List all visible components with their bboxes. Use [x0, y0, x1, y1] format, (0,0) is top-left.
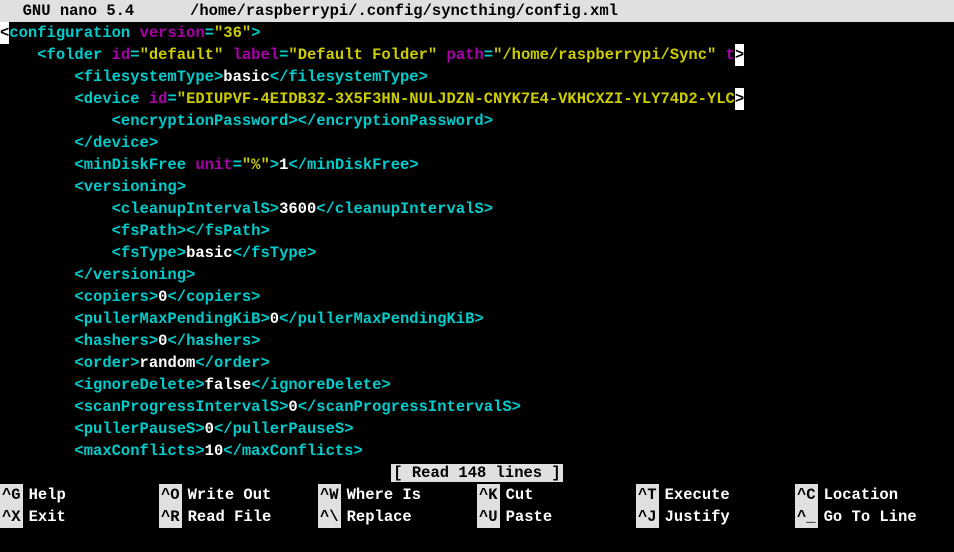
shortcut-label: Read File — [188, 506, 272, 528]
code-line[interactable]: <ignoreDelete>false</ignoreDelete> — [0, 374, 954, 396]
shortcut-key: ^J — [636, 506, 659, 528]
shortcut-label: Cut — [506, 484, 534, 506]
code-line[interactable]: <fsPath></fsPath> — [0, 220, 954, 242]
app-name: GNU nano 5.4 — [23, 2, 135, 20]
code-line[interactable]: <maxConflicts>10</maxConflicts> — [0, 440, 954, 462]
shortcut-item[interactable]: ^R Read File — [159, 506, 318, 528]
code-line[interactable]: <order>random</order> — [0, 352, 954, 374]
status-message: [ Read 148 lines ] — [391, 464, 562, 482]
code-line[interactable]: <pullerMaxPendingKiB>0</pullerMaxPending… — [0, 308, 954, 330]
shortcut-key: ^U — [477, 506, 500, 528]
code-line[interactable]: <versioning> — [0, 176, 954, 198]
shortcut-item[interactable]: ^K Cut — [477, 484, 636, 506]
code-line[interactable]: <encryptionPassword></encryptionPassword… — [0, 110, 954, 132]
shortcut-key: ^X — [0, 506, 23, 528]
code-line[interactable]: <scanProgressIntervalS>0</scanProgressIn… — [0, 396, 954, 418]
shortcut-key: ^K — [477, 484, 500, 506]
code-line[interactable]: <hashers>0</hashers> — [0, 330, 954, 352]
shortcut-item[interactable]: ^U Paste — [477, 506, 636, 528]
code-line[interactable]: <device id="EDIUPVF-4EIDB3Z-3X5F3HN-NULJ… — [0, 88, 954, 110]
shortcut-bar: ^G Help ^O Write Out ^W Where Is ^K Cut ^T Execut… — [0, 484, 954, 528]
shortcut-label: Where Is — [347, 484, 421, 506]
shortcut-key: ^G — [0, 484, 23, 506]
code-line[interactable]: <fsType>basic</fsType> — [0, 242, 954, 264]
shortcut-key: ^\ — [318, 506, 341, 528]
code-line[interactable]: <folder id="default" label="Default Fold… — [0, 44, 954, 66]
shortcut-label: Execute — [665, 484, 730, 506]
editor-area[interactable]: <configuration version="36"> <folder id=… — [0, 22, 954, 462]
title-bar: GNU nano 5.4 /home/raspberrypi/.config/s… — [0, 0, 954, 22]
shortcut-key: ^O — [159, 484, 182, 506]
file-path: /home/raspberrypi/.config/syncthing/conf… — [190, 2, 618, 20]
shortcut-item[interactable]: ^T Execute — [636, 484, 795, 506]
code-line[interactable]: <minDiskFree unit="%">1</minDiskFree> — [0, 154, 954, 176]
shortcut-item[interactable]: ^W Where Is — [318, 484, 477, 506]
shortcut-label: Write Out — [188, 484, 272, 506]
shortcut-label: Location — [824, 484, 898, 506]
code-line[interactable]: <pullerPauseS>0</pullerPauseS> — [0, 418, 954, 440]
shortcut-item[interactable]: ^O Write Out — [159, 484, 318, 506]
shortcut-item[interactable]: ^X Exit — [0, 506, 159, 528]
shortcut-key: ^R — [159, 506, 182, 528]
code-line[interactable]: <copiers>0</copiers> — [0, 286, 954, 308]
shortcut-key: ^_ — [795, 506, 818, 528]
code-line[interactable]: </device> — [0, 132, 954, 154]
shortcut-item[interactable]: ^G Help — [0, 484, 159, 506]
shortcut-label: Go To Line — [824, 506, 917, 528]
code-line[interactable]: </versioning> — [0, 264, 954, 286]
code-line[interactable]: <filesystemType>basic</filesystemType> — [0, 66, 954, 88]
shortcut-label: Paste — [506, 506, 553, 528]
shortcut-label: Justify — [665, 506, 730, 528]
shortcut-item[interactable]: ^J Justify — [636, 506, 795, 528]
shortcut-key: ^C — [795, 484, 818, 506]
shortcut-label: Exit — [29, 506, 66, 528]
shortcut-label: Help — [29, 484, 66, 506]
shortcut-key: ^W — [318, 484, 341, 506]
shortcut-item[interactable]: ^_ Go To Line — [795, 506, 954, 528]
shortcut-label: Replace — [347, 506, 412, 528]
code-line[interactable]: <cleanupIntervalS>3600</cleanupIntervalS… — [0, 198, 954, 220]
shortcut-item[interactable]: ^C Location — [795, 484, 954, 506]
shortcut-key: ^T — [636, 484, 659, 506]
status-bar: [ Read 148 lines ] — [0, 462, 954, 484]
shortcut-item[interactable]: ^\ Replace — [318, 506, 477, 528]
code-line[interactable]: <configuration version="36"> — [0, 22, 954, 44]
